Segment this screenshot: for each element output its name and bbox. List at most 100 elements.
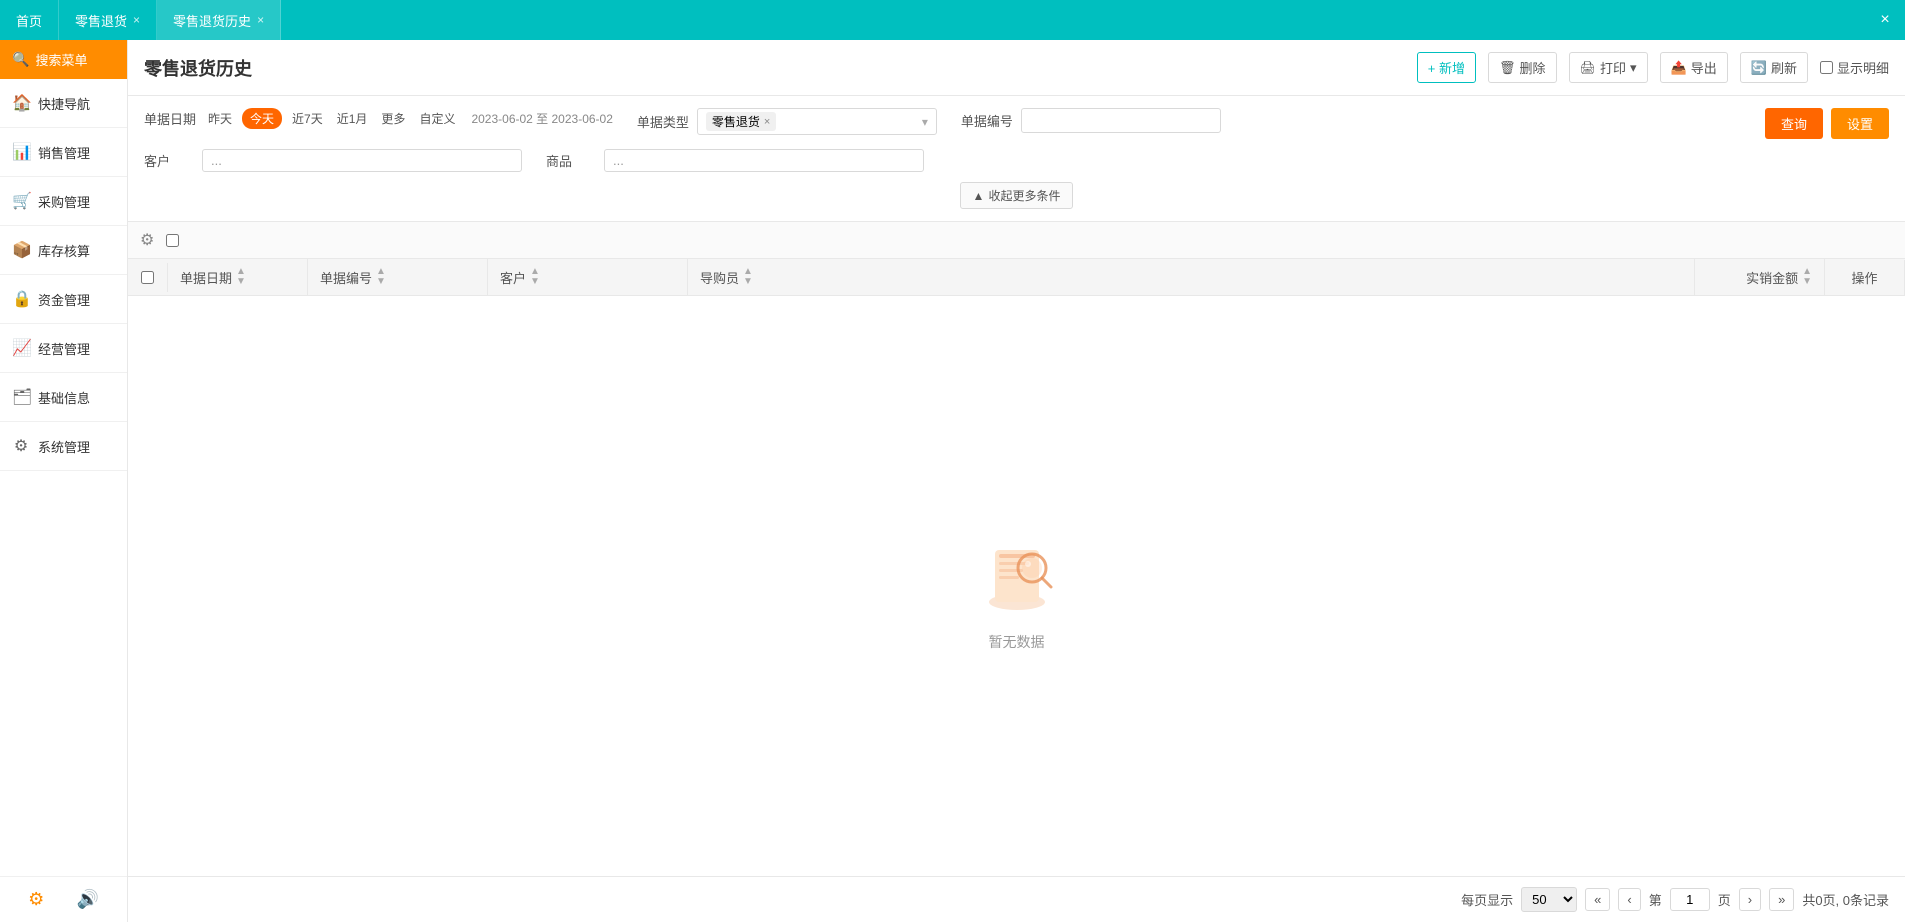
settings-icon[interactable]: ⚙ xyxy=(28,889,44,910)
doc-type-chevron-icon: ▾ xyxy=(922,115,928,129)
finance-icon: 🔒 xyxy=(12,289,30,309)
sidebar-item-purchase-mgmt[interactable]: 🛒 采购管理 xyxy=(0,177,127,226)
sort-docnum-icon: ▲▼ xyxy=(376,267,386,287)
main-layout: 🔍 搜索菜单 🏠 快捷导航 📊 销售管理 🛒 采购管理 📦 库存核算 🔒 资金管… xyxy=(0,40,1905,922)
sidebar-search-label: 搜索菜单 xyxy=(35,50,87,69)
last-page-button[interactable]: » xyxy=(1769,888,1794,911)
doc-type-input[interactable]: 零售退货 × ▾ xyxy=(697,108,937,135)
doc-type-tag-value: 零售退货 xyxy=(712,113,760,130)
date-opt-custom[interactable]: 自定义 xyxy=(415,108,459,129)
date-range-value: 2023-06-02 至 2023-06-02 xyxy=(471,110,612,127)
date-options: 昨天 今天 近7天 近1月 更多 自定义 xyxy=(204,108,459,129)
th-guide[interactable]: 导购员 ▲▼ xyxy=(688,259,1695,295)
sidebar-item-quick-nav-label: 快捷导航 xyxy=(38,94,90,113)
th-doc-num[interactable]: 单据编号 ▲▼ xyxy=(308,259,488,295)
th-guide-label: 导购员 xyxy=(700,268,739,287)
tab-bar: 首页 零售退货 × 零售退货历史 × × xyxy=(0,0,1905,40)
th-checkbox-input[interactable] xyxy=(141,271,154,284)
th-customer-label: 客户 xyxy=(500,268,526,287)
tab-retail-return-history-label: 零售退货历史 xyxy=(173,11,251,30)
table-gear-icon[interactable]: ⚙ xyxy=(140,230,154,250)
basic-info-icon: 🗂 xyxy=(12,387,30,407)
date-opt-7days[interactable]: 近7天 xyxy=(288,108,327,129)
sidebar-item-basic-info-label: 基础信息 xyxy=(38,388,90,407)
sidebar-item-finance[interactable]: 🔒 资金管理 xyxy=(0,275,127,324)
sidebar-item-inventory[interactable]: 📦 库存核算 xyxy=(0,226,127,275)
page-unit-text: 页 xyxy=(1718,890,1731,909)
th-customer[interactable]: 客户 ▲▼ xyxy=(488,259,688,295)
tab-home[interactable]: 首页 xyxy=(0,0,59,40)
date-opt-more[interactable]: 更多 xyxy=(377,108,409,129)
page-title: 零售退货历史 xyxy=(144,55,252,81)
search-icon: 🔍 xyxy=(12,51,29,68)
customer-placeholder: ... xyxy=(211,153,222,168)
sort-date-icon: ▲▼ xyxy=(236,267,246,287)
doc-type-tag-close[interactable]: × xyxy=(764,116,770,128)
filter-row-2: 客户 ... 商品 ... xyxy=(144,149,1889,172)
sidebar-item-operations[interactable]: 📈 经营管理 xyxy=(0,324,127,373)
tab-retail-return[interactable]: 零售退货 × xyxy=(59,0,157,40)
th-date-label: 单据日期 xyxy=(180,268,232,287)
customer-input[interactable]: ... xyxy=(202,149,522,172)
refresh-button[interactable]: 🔄 刷新 xyxy=(1740,52,1808,83)
th-amount[interactable]: 实销金额 ▲▼ xyxy=(1695,259,1825,295)
sidebar-item-system-mgmt[interactable]: ⚙ 系统管理 xyxy=(0,422,127,471)
print-icon: 🖨 xyxy=(1580,60,1597,76)
goods-input[interactable]: ... xyxy=(604,149,924,172)
empty-text: 暂无数据 xyxy=(989,632,1045,652)
display-detail-checkbox[interactable] xyxy=(1820,61,1833,74)
collapse-row: ▲ 收起更多条件 xyxy=(144,182,1889,209)
goods-filter: 商品 ... xyxy=(546,149,924,172)
table-area: ⚙ 单据日期 ▲▼ 单据编号 ▲▼ 客户 ▲▼ xyxy=(128,222,1905,922)
new-button[interactable]: + 新增 xyxy=(1417,52,1476,83)
date-opt-today[interactable]: 今天 xyxy=(242,108,282,129)
print-button[interactable]: 🖨 打印 ▾ xyxy=(1569,52,1648,83)
sidebar-item-purchase-label: 采购管理 xyxy=(38,192,90,211)
operations-icon: 📈 xyxy=(12,338,30,358)
window-close-button[interactable]: × xyxy=(1865,0,1905,40)
sidebar-item-basic-info[interactable]: 🗂 基础信息 xyxy=(0,373,127,422)
audio-icon[interactable]: 🔊 xyxy=(76,889,98,910)
date-filter-label: 单据日期 xyxy=(144,109,196,128)
sidebar-item-operations-label: 经营管理 xyxy=(38,339,90,358)
select-all-checkbox[interactable] xyxy=(166,234,179,247)
th-amount-label: 实销金额 xyxy=(1746,268,1798,287)
first-page-button[interactable]: « xyxy=(1585,888,1610,911)
sort-amount-icon: ▲▼ xyxy=(1802,267,1812,287)
sidebar-footer: ⚙ 🔊 xyxy=(0,876,127,922)
sidebar: 🔍 搜索菜单 🏠 快捷导航 📊 销售管理 🛒 采购管理 📦 库存核算 🔒 资金管… xyxy=(0,40,128,922)
sidebar-item-quick-nav[interactable]: 🏠 快捷导航 xyxy=(0,79,127,128)
refresh-icon: 🔄 xyxy=(1751,60,1767,76)
sidebar-item-sales-mgmt[interactable]: 📊 销售管理 xyxy=(0,128,127,177)
total-info: 共0页, 0条记录 xyxy=(1802,890,1889,909)
pagination: 每页显示 50 20 100 « ‹ 第 页 › » 共0页, 0条记录 xyxy=(128,876,1905,922)
filter-row-1: 单据日期 昨天 今天 近7天 近1月 更多 自定义 2023-06-02 至 2… xyxy=(144,108,1889,139)
date-opt-yesterday[interactable]: 昨天 xyxy=(204,108,236,129)
prev-page-button[interactable]: ‹ xyxy=(1618,888,1640,911)
doc-num-label: 单据编号 xyxy=(961,111,1013,130)
tab-retail-return-history[interactable]: 零售退货历史 × xyxy=(157,0,281,40)
sales-icon: 📊 xyxy=(12,142,30,162)
date-filter: 单据日期 昨天 今天 近7天 近1月 更多 自定义 2023-06-02 至 2… xyxy=(144,108,613,129)
th-action: 操作 xyxy=(1825,260,1905,295)
sidebar-item-inventory-label: 库存核算 xyxy=(38,241,90,260)
doc-type-tag: 零售退货 × xyxy=(706,112,776,131)
page-number-input[interactable] xyxy=(1670,888,1710,911)
sidebar-search[interactable]: 🔍 搜索菜单 xyxy=(0,40,127,79)
th-date[interactable]: 单据日期 ▲▼ xyxy=(168,259,308,295)
filter-area: 单据日期 昨天 今天 近7天 近1月 更多 自定义 2023-06-02 至 2… xyxy=(128,96,1905,222)
export-button[interactable]: 📤 导出 xyxy=(1660,52,1728,83)
delete-button[interactable]: 🗑 删除 xyxy=(1488,52,1557,83)
query-button[interactable]: 查询 xyxy=(1765,108,1823,139)
next-page-button[interactable]: › xyxy=(1739,888,1761,911)
tab-retail-return-close[interactable]: × xyxy=(133,13,140,27)
date-opt-1month[interactable]: 近1月 xyxy=(333,108,372,129)
doc-num-input[interactable] xyxy=(1021,108,1221,133)
inventory-icon: 📦 xyxy=(12,240,30,260)
collapse-up-icon: ▲ xyxy=(973,189,985,203)
tab-retail-return-history-close[interactable]: × xyxy=(257,13,264,27)
display-detail-toggle[interactable]: 显示明细 xyxy=(1820,58,1889,77)
page-size-select[interactable]: 50 20 100 xyxy=(1521,887,1577,912)
settings-button[interactable]: 设置 xyxy=(1831,108,1889,139)
collapse-button[interactable]: ▲ 收起更多条件 xyxy=(960,182,1074,209)
